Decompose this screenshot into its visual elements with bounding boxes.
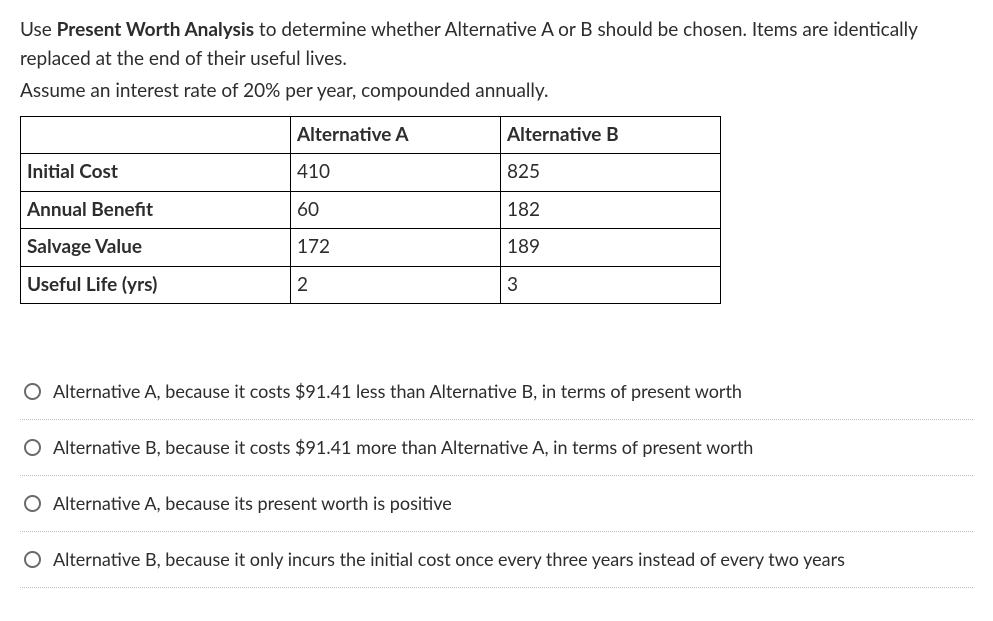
option-a[interactable]: Alternative A, because it costs $91.41 l…: [20, 364, 973, 420]
row-label: Initial Cost: [21, 154, 291, 192]
cell-a: 172: [291, 229, 501, 267]
radio-icon: [24, 551, 41, 568]
option-label: Alternative A, because its present worth…: [53, 490, 452, 517]
radio-icon: [24, 439, 41, 456]
row-label: Annual Benefit: [21, 191, 291, 229]
header-blank: [21, 116, 291, 154]
option-b[interactable]: Alternative B, because it costs $91.41 m…: [20, 420, 973, 476]
row-label: Useful Life (yrs): [21, 266, 291, 304]
cell-a: 60: [291, 191, 501, 229]
table-row: Initial Cost 410 825: [21, 154, 721, 192]
question-prompt: Use Present Worth Analysis to determine …: [20, 16, 973, 106]
table-row: Salvage Value 172 189: [21, 229, 721, 267]
prompt-bold: Present Worth Analysis: [57, 18, 254, 41]
cell-a: 2: [291, 266, 501, 304]
cell-b: 189: [501, 229, 721, 267]
alternatives-table: Alternative A Alternative B Initial Cost…: [20, 116, 721, 305]
option-c[interactable]: Alternative A, because its present worth…: [20, 476, 973, 532]
table-row: Useful Life (yrs) 2 3: [21, 266, 721, 304]
prompt-pre: Use: [20, 18, 57, 41]
option-label: Alternative B, because it costs $91.41 m…: [53, 434, 753, 461]
cell-a: 410: [291, 154, 501, 192]
prompt-line-1: Use Present Worth Analysis to determine …: [20, 16, 973, 73]
table-row: Annual Benefit 60 182: [21, 191, 721, 229]
radio-icon: [24, 383, 41, 400]
header-alt-b: Alternative B: [501, 116, 721, 154]
option-d[interactable]: Alternative B, because it only incurs th…: [20, 532, 973, 588]
table-header-row: Alternative A Alternative B: [21, 116, 721, 154]
option-label: Alternative A, because it costs $91.41 l…: [53, 378, 742, 405]
row-label: Salvage Value: [21, 229, 291, 267]
cell-b: 825: [501, 154, 721, 192]
option-label: Alternative B, because it only incurs th…: [53, 546, 845, 573]
header-alt-a: Alternative A: [291, 116, 501, 154]
prompt-line-2: Assume an interest rate of 20% per year,…: [20, 77, 973, 106]
cell-b: 182: [501, 191, 721, 229]
cell-b: 3: [501, 266, 721, 304]
answer-options: Alternative A, because it costs $91.41 l…: [20, 364, 973, 588]
radio-icon: [24, 495, 41, 512]
